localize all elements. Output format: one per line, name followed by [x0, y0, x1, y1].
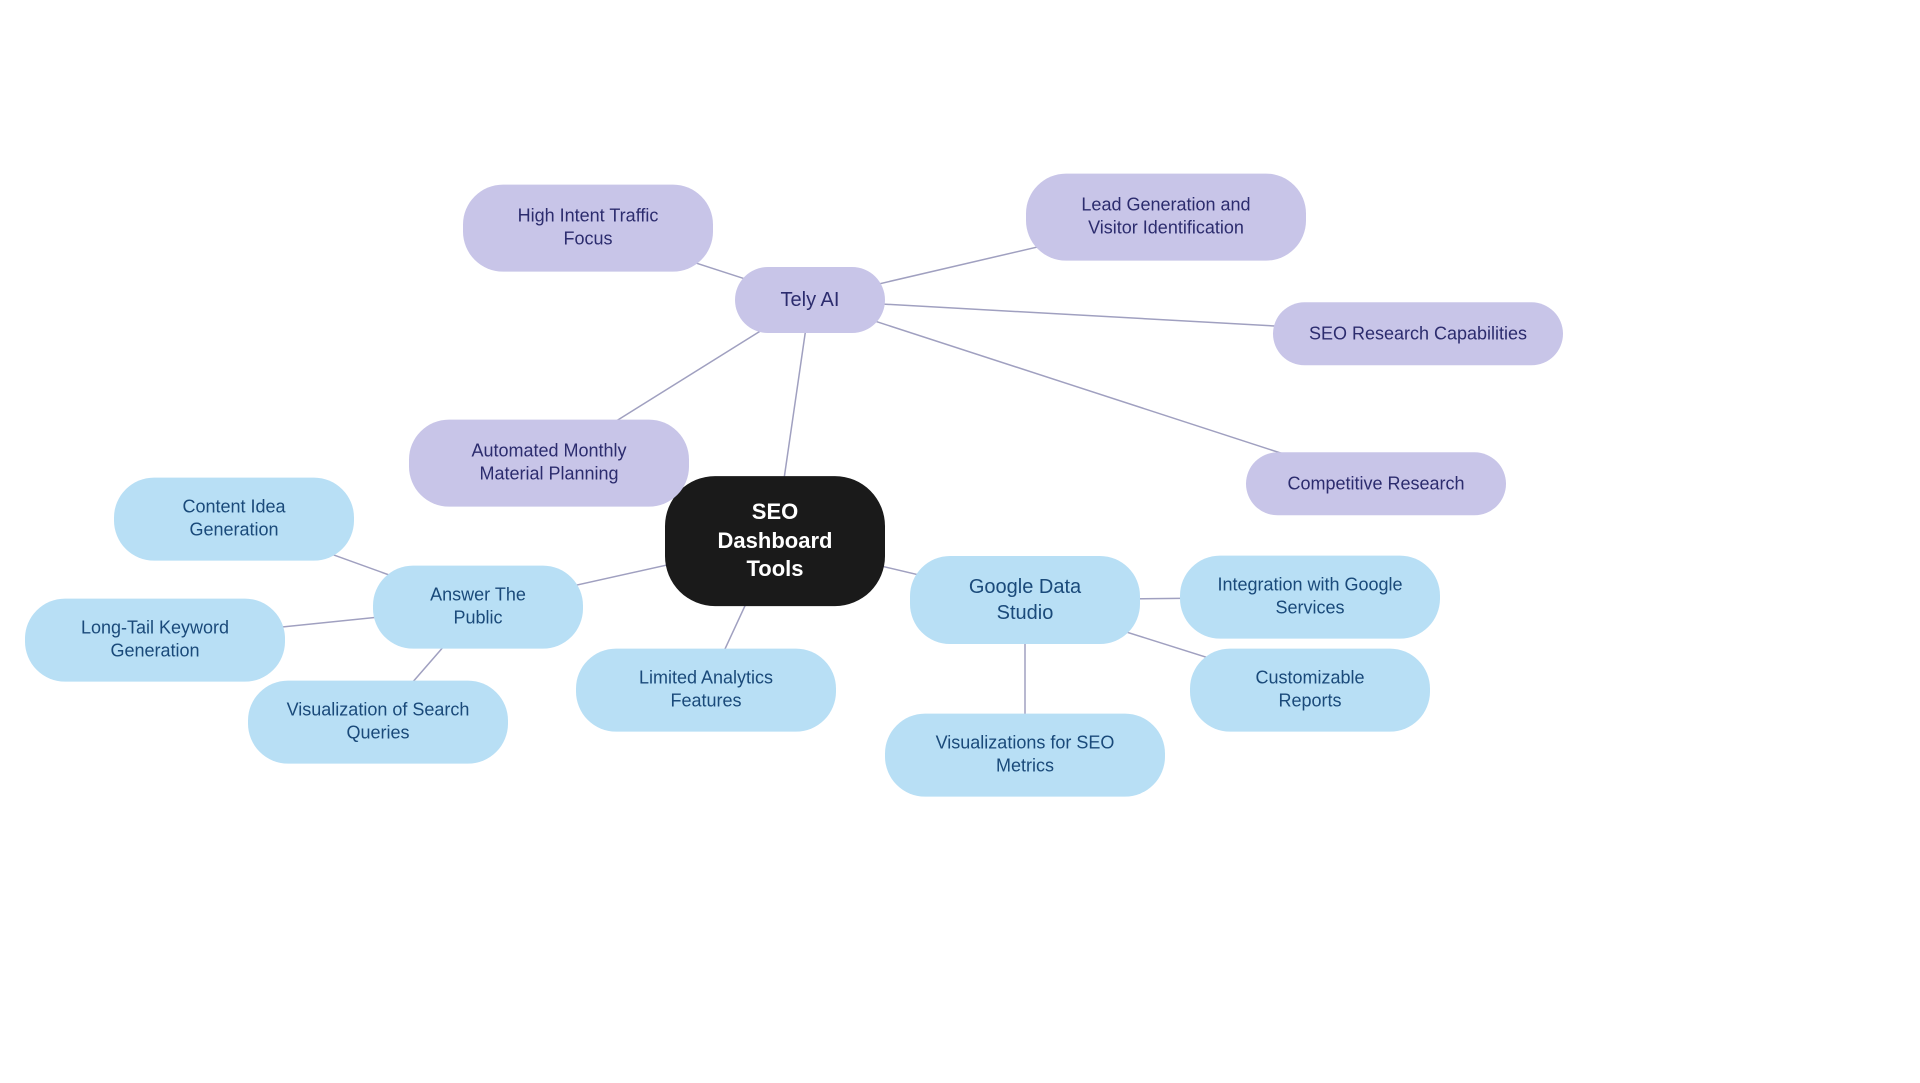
limited-analytics-node: Limited Analytics Features — [576, 649, 836, 732]
customizable-node: Customizable Reports — [1190, 649, 1430, 732]
tely-ai-node: Tely AI — [735, 267, 885, 333]
google-data-studio-node: Google Data Studio — [910, 556, 1140, 644]
center-node: SEO Dashboard Tools — [665, 476, 885, 606]
competitive-node: Competitive Research — [1246, 452, 1506, 515]
viz-seo-node: Visualizations for SEO Metrics — [885, 714, 1165, 797]
auto-planning-node: Automated Monthly Material Planning — [409, 420, 689, 507]
seo-research-node: SEO Research Capabilities — [1273, 302, 1563, 365]
high-intent-node: High Intent Traffic Focus — [463, 185, 713, 272]
content-idea-node: Content Idea Generation — [114, 478, 354, 561]
answer-public-node: Answer The Public — [373, 566, 583, 649]
mindmap-canvas: SEO Dashboard Tools Tely AI Lead Generat… — [0, 0, 1920, 1083]
longtail-node: Long-Tail Keyword Generation — [25, 599, 285, 682]
viz-search-node: Visualization of Search Queries — [248, 681, 508, 764]
integration-google-node: Integration with Google Services — [1180, 556, 1440, 639]
lead-gen-node: Lead Generation and Visitor Identificati… — [1026, 174, 1306, 261]
